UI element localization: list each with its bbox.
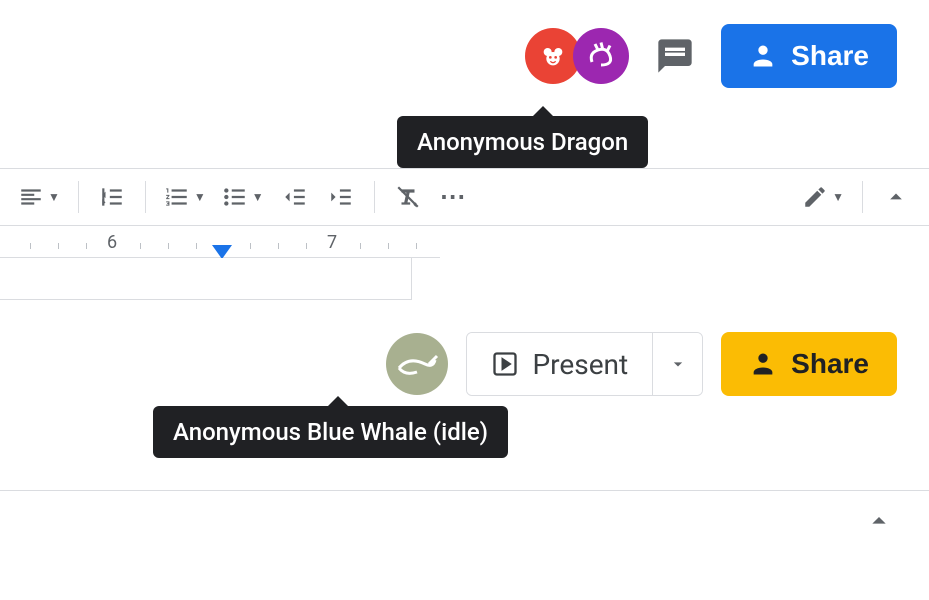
line-spacing-button[interactable] <box>91 176 133 218</box>
present-button[interactable]: Present <box>467 333 653 395</box>
numbered-list-icon <box>164 184 190 210</box>
present-dropdown-button[interactable] <box>652 333 702 395</box>
comment-icon <box>655 36 695 76</box>
ruler-tick <box>30 243 31 249</box>
toolbar-separator <box>78 181 79 213</box>
share-person-icon <box>749 42 777 70</box>
collaborator-avatar-whale[interactable] <box>386 333 448 395</box>
ruler-tick <box>86 243 87 249</box>
ruler-tick <box>196 243 197 249</box>
increase-indent-button[interactable] <box>320 176 362 218</box>
bulleted-list-button[interactable]: ▼ <box>216 176 270 218</box>
align-button[interactable]: ▼ <box>12 176 66 218</box>
align-left-icon <box>18 184 44 210</box>
ruler-tick <box>278 243 279 249</box>
ruler-tick <box>388 243 389 249</box>
increase-indent-icon <box>328 184 354 210</box>
toolbar-separator <box>374 181 375 213</box>
bottom-divider <box>0 490 929 550</box>
comments-button[interactable] <box>653 34 697 78</box>
more-icon: ⋯ <box>440 182 468 212</box>
present-play-icon <box>491 350 519 378</box>
present-button-label: Present <box>533 348 629 381</box>
chevron-down-icon <box>668 354 688 374</box>
ruler-number: 7 <box>327 232 337 253</box>
ruler-tick <box>250 243 251 249</box>
bulleted-list-icon <box>222 184 248 210</box>
more-options-button[interactable]: ⋯ <box>433 176 475 218</box>
collaborator-avatar-dragon[interactable] <box>573 28 629 84</box>
dragon-icon <box>583 38 619 74</box>
indent-marker[interactable] <box>212 245 232 259</box>
ruler[interactable]: 6 7 <box>0 226 440 258</box>
ruler-tick <box>416 243 417 249</box>
ruler-tick <box>168 243 169 249</box>
clear-formatting-button[interactable] <box>387 176 429 218</box>
chevron-up-icon <box>882 183 910 211</box>
share-button-docs[interactable]: Share <box>721 24 897 88</box>
numbered-list-button[interactable]: ▼ <box>158 176 212 218</box>
ruler-tick <box>140 243 141 249</box>
tooltip-dragon-text: Anonymous Dragon <box>417 128 628 156</box>
tooltip-whale-text: Anonymous Blue Whale (idle) <box>173 418 488 446</box>
ruler-tick <box>58 243 59 249</box>
present-button-group: Present <box>466 332 704 396</box>
formatting-toolbar: ▼ ▼ ▼ ⋯ ▼ <box>0 168 929 226</box>
tooltip-whale: Anonymous Blue Whale (idle) <box>153 406 508 458</box>
share-person-icon <box>749 350 777 378</box>
dropdown-caret-icon: ▼ <box>252 190 264 204</box>
top-header-row: Share <box>525 24 897 88</box>
slides-header-row: Present Share <box>386 332 898 396</box>
document-area[interactable] <box>0 258 412 300</box>
dropdown-caret-icon: ▼ <box>48 190 60 204</box>
tooltip-dragon: Anonymous Dragon <box>397 116 648 168</box>
ruler-number: 6 <box>107 232 117 253</box>
toolbar-separator <box>145 181 146 213</box>
monkey-icon <box>537 40 569 72</box>
clear-formatting-icon <box>395 184 421 210</box>
whale-icon <box>393 340 441 388</box>
line-spacing-icon <box>99 184 125 210</box>
share-button-label: Share <box>791 40 869 72</box>
decrease-indent-button[interactable] <box>274 176 316 218</box>
share-button-slides[interactable]: Share <box>721 332 897 396</box>
toolbar-separator <box>862 181 863 213</box>
editing-mode-button[interactable]: ▼ <box>796 176 850 218</box>
pencil-icon <box>802 184 828 210</box>
collapse-panel-button[interactable] <box>863 505 895 537</box>
dropdown-caret-icon: ▼ <box>194 190 206 204</box>
chevron-up-icon <box>863 505 895 537</box>
collapse-toolbar-button[interactable] <box>875 176 917 218</box>
ruler-tick <box>306 243 307 249</box>
ruler-tick <box>360 243 361 249</box>
decrease-indent-icon <box>282 184 308 210</box>
share-button-label: Share <box>791 348 869 380</box>
collaborator-avatars <box>525 28 629 84</box>
dropdown-caret-icon: ▼ <box>832 190 844 204</box>
